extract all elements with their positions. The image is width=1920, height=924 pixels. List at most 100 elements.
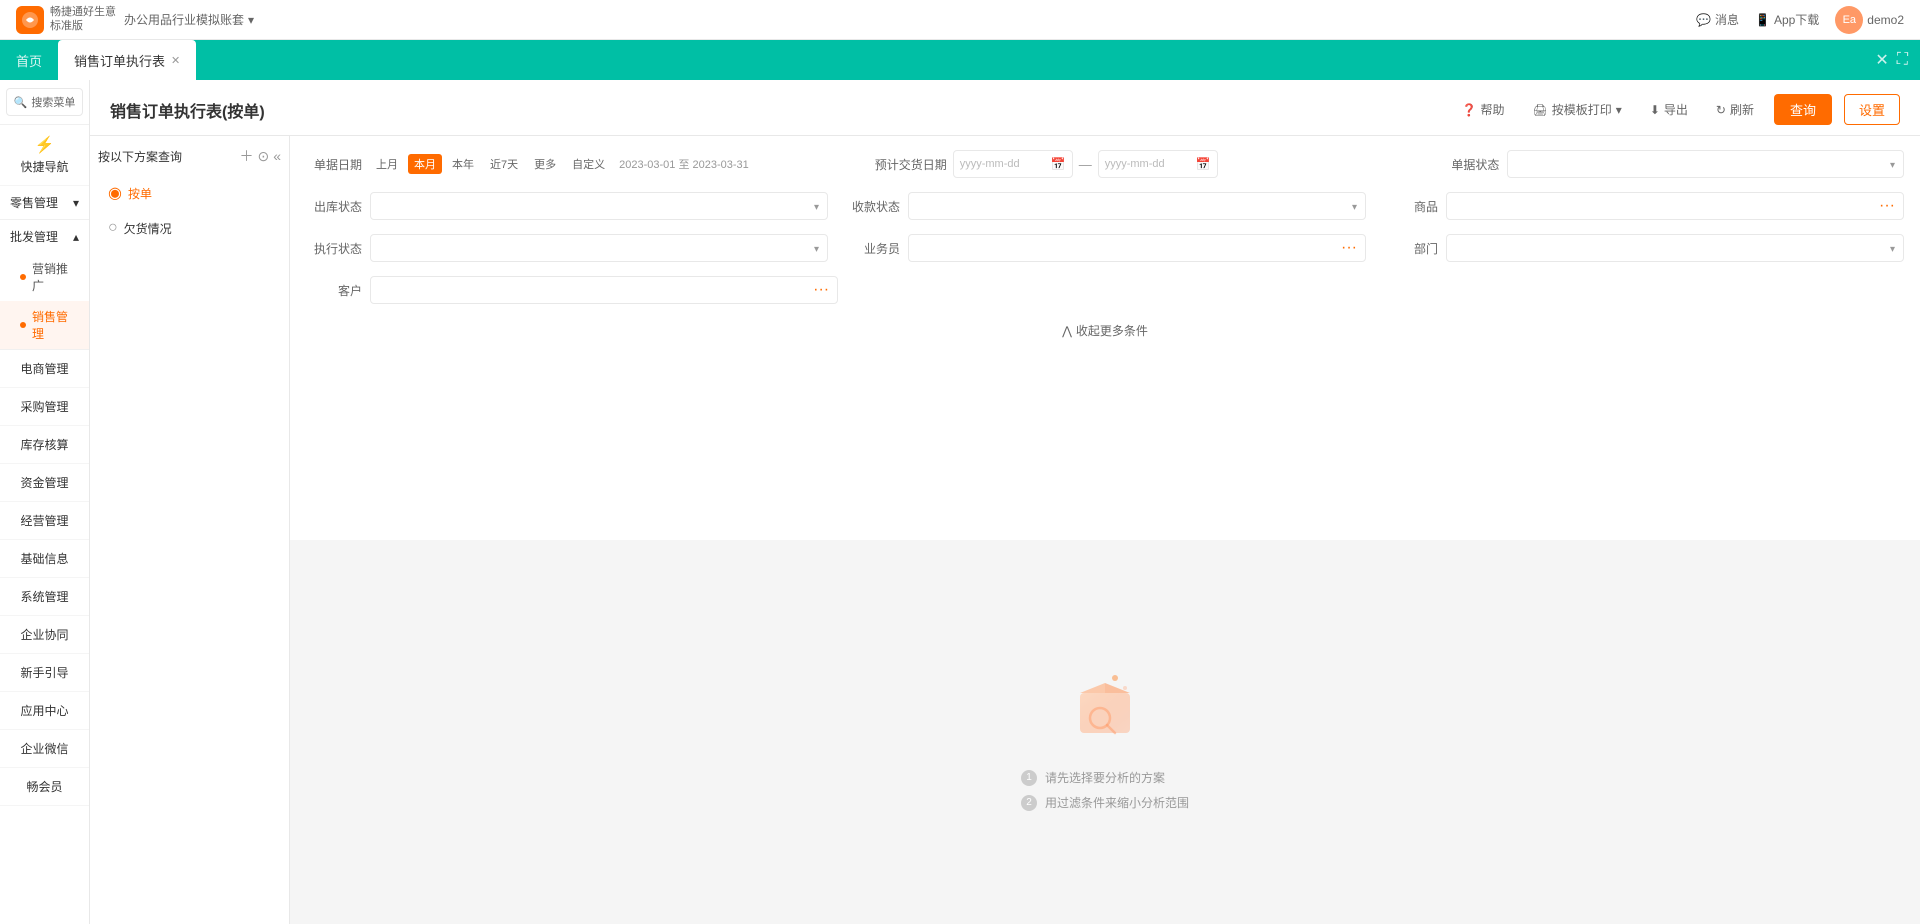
salesperson-label: 业务员 <box>844 240 900 257</box>
help-button[interactable]: ❓ 帮助 <box>1454 97 1513 122</box>
sidebar-group-retail-title[interactable]: 零售管理 ▾ <box>0 186 89 219</box>
sidebar-item-ecommerce[interactable]: 电商管理 <box>0 350 89 388</box>
tab-bar-right: ✕ ⛶ <box>1875 50 1920 70</box>
customer-label: 客户 <box>306 282 362 299</box>
print-template-button[interactable]: 🖨 按模板打印 ▾ <box>1525 97 1630 122</box>
collapse-panel-button[interactable]: « <box>273 148 281 164</box>
sidebar-item-sales-mgmt[interactable]: 销售管理 <box>0 301 89 349</box>
logo-text: 畅捷通好生意 标准版 <box>50 6 116 32</box>
query-button[interactable]: 查询 <box>1774 94 1832 125</box>
help-icon: ❓ <box>1462 103 1477 117</box>
settings-button[interactable]: 设置 <box>1844 94 1900 125</box>
breadcrumb[interactable]: 办公用品行业模拟账套 ▾ <box>124 11 254 28</box>
expected-date-start[interactable]: yyyy-mm-dd 📅 <box>953 150 1073 178</box>
scheme-by-order[interactable]: ◉ 按单 <box>98 176 281 210</box>
sidebar-item-marketing[interactable]: 营销推广 <box>0 253 89 301</box>
tab-minimize-icon[interactable]: ✕ <box>1875 50 1888 70</box>
tab-maximize-icon[interactable]: ⛶ <box>1897 51 1908 69</box>
stock-status-select[interactable] <box>370 192 828 220</box>
date-tab-last-month[interactable]: 上月 <box>370 154 404 174</box>
sidebar-item-enterprise-wechat[interactable]: 企业微信 <box>0 730 89 768</box>
sidebar-item-purchase[interactable]: 采购管理 <box>0 388 89 426</box>
date-tab-custom[interactable]: 自定义 <box>566 154 611 174</box>
date-range-display: 2023-03-01 至 2023-03-31 <box>619 156 749 172</box>
sidebar-item-enterprise[interactable]: 企业协同 <box>0 616 89 654</box>
tab-close-icon[interactable]: ✕ <box>171 54 180 67</box>
date-label: 单据日期 <box>306 156 362 173</box>
expected-date-end[interactable]: yyyy-mm-dd 📅 <box>1098 150 1218 178</box>
app-download-button[interactable]: 📱 App下载 <box>1755 11 1819 28</box>
export-button[interactable]: ⬇ 导出 <box>1642 97 1696 122</box>
date-tab-this-month[interactable]: 本月 <box>408 154 442 174</box>
goods-input[interactable]: ··· <box>1446 192 1904 220</box>
stock-status-label: 出库状态 <box>306 198 362 215</box>
refresh-button[interactable]: ↻ 刷新 <box>1708 97 1762 122</box>
export-icon: ⬇ <box>1650 103 1660 117</box>
debt-icon: ○ <box>108 219 118 237</box>
tab-sales-order[interactable]: 销售订单执行表 ✕ <box>58 40 196 80</box>
dept-select[interactable] <box>1446 234 1904 262</box>
status-field: 单据状态 <box>1443 150 1904 178</box>
sidebar-item-nav[interactable]: ⚡ 快捷导航 <box>0 125 89 186</box>
dot-icon-active <box>20 322 26 328</box>
date-tabs: 上月 本月 本年 近7天 更多 自定义 <box>370 154 611 174</box>
empty-step-2: 2 用过滤条件来缩小分析范围 <box>1021 794 1189 811</box>
settings-scheme-button[interactable]: ⊙ <box>257 148 269 165</box>
download-icon: 📱 <box>1755 13 1770 27</box>
left-panel-header: 按以下方案查询 ＋ ⊙ « <box>98 146 281 166</box>
nav-icon: ⚡ <box>35 135 55 155</box>
sidebar-item-app-center[interactable]: 应用中心 <box>0 692 89 730</box>
sidebar-item-sys-mgmt[interactable]: 系统管理 <box>0 578 89 616</box>
sidebar-group-retail: 零售管理 ▾ <box>0 186 89 220</box>
status-select[interactable] <box>1507 150 1904 178</box>
search-icon: 🔍 <box>14 96 28 109</box>
right-panel: 销售订单执行表(按单) ❓ 帮助 🖨 按模板打印 ▾ ⬇ 导出 ↻ <box>90 80 1920 924</box>
salesperson-input[interactable]: ··· <box>908 234 1366 262</box>
sidebar-item-basic-info[interactable]: 基础信息 <box>0 540 89 578</box>
empty-steps: 1 请先选择要分析的方案 2 用过滤条件来缩小分析范围 <box>1021 769 1189 811</box>
empty-state-icon <box>1055 653 1155 753</box>
collection-chevron-icon <box>1352 199 1357 213</box>
scheme-by-debt[interactable]: ○ 欠货情况 <box>98 212 281 244</box>
sidebar-group-wholesale: 批发管理 ▴ 营销推广 销售管理 <box>0 220 89 350</box>
logo[interactable]: 畅捷通好生意 标准版 <box>16 6 116 34</box>
sidebar-search-button[interactable]: 🔍 搜索菜单 <box>6 88 83 116</box>
message-button[interactable]: 💬 消息 <box>1696 11 1739 28</box>
page-actions: ❓ 帮助 🖨 按模板打印 ▾ ⬇ 导出 ↻ 刷新 查询 设置 <box>1454 94 1900 125</box>
sidebar-search-area: 🔍 搜索菜单 <box>0 80 89 125</box>
empty-state-container: 1 请先选择要分析的方案 2 用过滤条件来缩小分析范围 <box>290 540 1920 924</box>
user-menu[interactable]: Ea demo2 <box>1835 6 1904 34</box>
step-2-number: 2 <box>1021 795 1037 811</box>
logo-icon <box>16 6 44 34</box>
customer-input[interactable]: ··· <box>370 276 838 304</box>
chevron-wholesale-icon: ▴ <box>73 230 79 244</box>
salesperson-field: 业务员 ··· <box>844 234 1366 262</box>
sidebar-item-finance[interactable]: 资金管理 <box>0 464 89 502</box>
dept-field: 部门 <box>1382 234 1904 262</box>
date-filter-field: 单据日期 上月 本月 本年 近7天 更多 自定义 2023-03-01 至 20… <box>306 154 859 174</box>
date-tab-this-year[interactable]: 本年 <box>446 154 480 174</box>
step-1-number: 1 <box>1021 770 1037 786</box>
filter-row-1: 单据日期 上月 本月 本年 近7天 更多 自定义 2023-03-01 至 20… <box>306 150 1904 178</box>
date-tab-7days[interactable]: 近7天 <box>484 154 524 174</box>
empty-state: 1 请先选择要分析的方案 2 用过滤条件来缩小分析范围 <box>1001 593 1209 871</box>
filter-row-3: 执行状态 业务员 ··· <box>306 234 1904 262</box>
add-scheme-button[interactable]: ＋ <box>239 146 253 166</box>
status-chevron-icon <box>1890 157 1895 171</box>
tab-home[interactable]: 首页 <box>0 40 58 80</box>
stock-status-field: 出库状态 <box>306 192 828 220</box>
order-icon: ◉ <box>108 183 122 203</box>
stock-chevron-icon <box>814 199 819 213</box>
exec-status-label: 执行状态 <box>306 240 362 257</box>
exec-status-field: 执行状态 <box>306 234 828 262</box>
sidebar-group-wholesale-title[interactable]: 批发管理 ▴ <box>0 220 89 253</box>
sidebar-item-member[interactable]: 畅会员 <box>0 768 89 806</box>
collapse-more-button[interactable]: ⋀ 收起更多条件 <box>306 318 1904 349</box>
exec-status-select[interactable] <box>370 234 828 262</box>
sidebar-item-new-user[interactable]: 新手引导 <box>0 654 89 692</box>
sidebar-item-operations[interactable]: 经营管理 <box>0 502 89 540</box>
date-tab-more[interactable]: 更多 <box>528 154 562 174</box>
sidebar-item-inventory[interactable]: 库存核算 <box>0 426 89 464</box>
collection-status-select[interactable] <box>908 192 1366 220</box>
empty-step-1: 1 请先选择要分析的方案 <box>1021 769 1189 786</box>
